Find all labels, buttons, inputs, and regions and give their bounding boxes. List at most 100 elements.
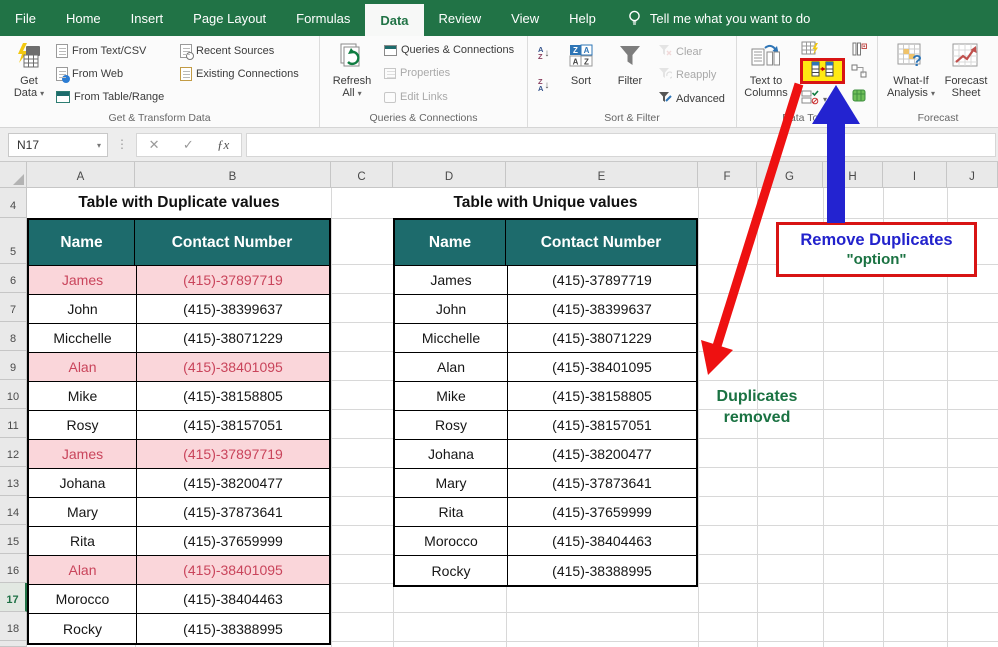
name-cell[interactable]: Rita	[29, 527, 137, 556]
cancel-icon[interactable]: ✕	[149, 137, 160, 153]
tell-me-box[interactable]: Tell me what you want to do	[627, 0, 810, 36]
tab-formulas[interactable]: Formulas	[281, 0, 365, 36]
relationships-button[interactable]	[851, 64, 867, 81]
contact-header-cell[interactable]: Contact Number	[506, 220, 696, 266]
row-header-11[interactable]: 11	[0, 409, 27, 438]
column-header-E[interactable]: E	[506, 162, 698, 188]
name-cell[interactable]: Rosy	[395, 411, 508, 440]
column-header-J[interactable]: J	[947, 162, 998, 188]
formula-input[interactable]	[246, 133, 996, 157]
row-header-7[interactable]: 7	[0, 293, 27, 322]
name-cell[interactable]: Alan	[395, 353, 508, 382]
column-header-B[interactable]: B	[135, 162, 331, 188]
name-cell[interactable]: James	[29, 266, 137, 295]
name-cell[interactable]: John	[395, 295, 508, 324]
row-header-9[interactable]: 9	[0, 351, 27, 380]
sort-descending-button[interactable]: ZA ↓	[538, 78, 549, 92]
contact-cell[interactable]: (415)-38157051	[137, 411, 329, 440]
tab-help[interactable]: Help	[554, 0, 611, 36]
formula-bar-handle[interactable]: ⋮	[116, 137, 128, 151]
consolidate-button[interactable]	[851, 42, 867, 59]
name-cell[interactable]: Morocco	[29, 585, 137, 614]
forecast-sheet-button[interactable]: Forecast Sheet	[940, 40, 992, 99]
contact-cell[interactable]: (415)-38157051	[508, 411, 696, 440]
properties-button[interactable]: Properties	[384, 67, 450, 79]
name-cell[interactable]: Rita	[395, 498, 508, 527]
contact-cell[interactable]: (415)-38399637	[508, 295, 696, 324]
name-cell[interactable]: John	[29, 295, 137, 324]
tab-page-layout[interactable]: Page Layout	[178, 0, 281, 36]
contact-cell[interactable]: (415)-38401095	[508, 353, 696, 382]
name-cell[interactable]: Johana	[395, 440, 508, 469]
row-header-15[interactable]: 15	[0, 525, 27, 554]
name-cell[interactable]: Mary	[29, 498, 137, 527]
from-web-button[interactable]: From Web	[56, 67, 123, 81]
contact-cell[interactable]: (415)-37659999	[137, 527, 329, 556]
name-cell[interactable]: Rosy	[29, 411, 137, 440]
get-data-button[interactable]: Get Data ▾	[6, 40, 52, 100]
row-header-19[interactable]	[0, 641, 27, 647]
name-cell[interactable]: James	[29, 440, 137, 469]
name-header-cell[interactable]: Name	[395, 220, 506, 266]
row-header-10[interactable]: 10	[0, 380, 27, 409]
tab-insert[interactable]: Insert	[116, 0, 179, 36]
contact-cell[interactable]: (415)-38158805	[508, 382, 696, 411]
sort-button[interactable]: Z A A Z Sort	[560, 40, 602, 87]
enter-icon[interactable]: ✓	[183, 137, 194, 153]
row-header-4[interactable]: 4	[0, 188, 27, 218]
row-header-18[interactable]: 18	[0, 612, 27, 641]
contact-cell[interactable]: (415)-38404463	[508, 527, 696, 556]
name-cell[interactable]: Mike	[395, 382, 508, 411]
clear-filter-button[interactable]: Clear	[658, 44, 702, 60]
name-cell[interactable]: Mary	[395, 469, 508, 498]
tab-home[interactable]: Home	[51, 0, 116, 36]
contact-header-cell[interactable]: Contact Number	[135, 220, 329, 266]
queries-connections-button[interactable]: Queries & Connections	[384, 44, 514, 56]
column-header-H[interactable]: H	[823, 162, 883, 188]
contact-cell[interactable]: (415)-37897719	[508, 266, 696, 295]
column-header-D[interactable]: D	[393, 162, 506, 188]
column-header-A[interactable]: A	[27, 162, 135, 188]
flash-fill-button[interactable]	[801, 41, 819, 59]
tab-view[interactable]: View	[496, 0, 554, 36]
name-cell[interactable]: Mike	[29, 382, 137, 411]
row-header-5[interactable]: 5	[0, 218, 27, 264]
tab-file[interactable]: File	[0, 0, 51, 36]
contact-cell[interactable]: (415)-38071229	[137, 324, 329, 353]
name-header-cell[interactable]: Name	[29, 220, 135, 266]
column-header-G[interactable]: G	[757, 162, 823, 188]
manage-data-model-button[interactable]	[851, 88, 867, 106]
select-all-corner[interactable]	[0, 162, 27, 188]
name-cell[interactable]: Johana	[29, 469, 137, 498]
recent-sources-button[interactable]: Recent Sources	[180, 44, 274, 58]
name-box-arrow-icon[interactable]: ▾	[97, 141, 101, 150]
refresh-all-button[interactable]: Refresh All ▾	[328, 40, 376, 100]
reapply-button[interactable]: Reapply	[658, 67, 716, 83]
contact-cell[interactable]: (415)-37873641	[137, 498, 329, 527]
name-cell[interactable]: Rocky	[395, 556, 508, 585]
contact-cell[interactable]: (415)-37897719	[137, 266, 329, 295]
name-cell[interactable]: Alan	[29, 556, 137, 585]
text-to-columns-button[interactable]: Text to Columns	[741, 40, 791, 99]
contact-cell[interactable]: (415)-37873641	[508, 469, 696, 498]
tab-data[interactable]: Data	[365, 4, 423, 36]
contact-cell[interactable]: (415)-38404463	[137, 585, 329, 614]
sort-ascending-button[interactable]: AZ ↓	[538, 46, 549, 60]
data-validation-button[interactable]: ▾	[801, 90, 827, 108]
contact-cell[interactable]: (415)-38401095	[137, 556, 329, 585]
contact-cell[interactable]: (415)-38200477	[508, 440, 696, 469]
name-cell[interactable]: Micchelle	[29, 324, 137, 353]
advanced-filter-button[interactable]: Advanced	[658, 91, 725, 107]
name-cell[interactable]: Micchelle	[395, 324, 508, 353]
name-cell[interactable]: Alan	[29, 353, 137, 382]
existing-connections-button[interactable]: Existing Connections	[180, 67, 299, 81]
row-header-13[interactable]: 13	[0, 467, 27, 496]
column-header-I[interactable]: I	[883, 162, 947, 188]
from-text-csv-button[interactable]: From Text/CSV	[56, 44, 146, 58]
contact-cell[interactable]: (415)-38401095	[137, 353, 329, 382]
contact-cell[interactable]: (415)-38388995	[137, 614, 329, 643]
what-if-analysis-button[interactable]: ? What-If Analysis ▾	[884, 40, 938, 100]
row-header-12[interactable]: 12	[0, 438, 27, 467]
name-cell[interactable]: James	[395, 266, 508, 295]
from-table-range-button[interactable]: From Table/Range	[56, 91, 164, 103]
